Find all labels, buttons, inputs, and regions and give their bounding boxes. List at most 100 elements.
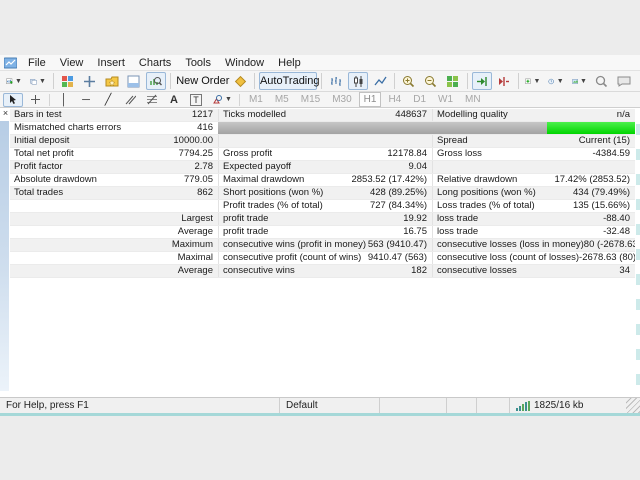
candlestick-chart-button[interactable]	[348, 72, 369, 90]
line-chart-button[interactable]	[370, 72, 390, 90]
timeframe-w1-button[interactable]: W1	[433, 92, 458, 107]
terminal-button[interactable]	[124, 72, 144, 90]
timeframe-m30-button[interactable]: M30	[327, 92, 356, 107]
fibonacci-tool-button[interactable]	[142, 93, 162, 107]
dropdown-caret-icon[interactable]: ▼	[225, 96, 232, 103]
toolbar-separator	[466, 73, 468, 89]
menu-insert[interactable]: Insert	[90, 56, 132, 70]
label-tool-button[interactable]: T	[186, 93, 206, 107]
timeframe-h1-button[interactable]: H1	[358, 92, 382, 107]
toolbar-separator	[49, 93, 50, 106]
cell-label: Absolute drawdown	[14, 174, 97, 185]
tile-windows-button[interactable]	[443, 72, 463, 90]
periods-button[interactable]: ▼	[545, 72, 566, 90]
report-row[interactable]: Total trades 862 Short positions (won %) 42…	[10, 187, 635, 200]
trendline-tool-button[interactable]: ╱	[98, 93, 118, 107]
report-row[interactable]: Bars in test 1217 Ticks modelled 448637 Mode…	[10, 109, 635, 122]
search-button[interactable]	[592, 72, 612, 90]
new-order-button[interactable]: New Order	[174, 72, 229, 90]
search-icon	[596, 75, 608, 87]
chart-shift-button[interactable]	[494, 72, 514, 90]
strategy-tester-button[interactable]	[145, 72, 166, 90]
cursor-tool-button[interactable]	[3, 92, 23, 107]
close-panel-button[interactable]: ×	[1, 109, 10, 119]
cell-label: Expected payoff	[223, 161, 291, 172]
report-cell: Loss trades (% of total) 135 (15.66%)	[432, 200, 635, 212]
report-cell	[218, 135, 432, 147]
report-row[interactable]: Average consecutive wins 182 consecutive lo…	[10, 265, 635, 278]
timeframe-m5-button[interactable]: M5	[270, 92, 294, 107]
timeframe-h4-button[interactable]: H4	[383, 92, 406, 107]
report-row[interactable]: Maximum consecutive wins (profit in money…	[10, 239, 635, 252]
channel-icon	[125, 95, 136, 105]
market-watch-button[interactable]	[58, 72, 78, 90]
report-row[interactable]: Average profit trade 16.75 loss trade -32.48	[10, 226, 635, 239]
report-cell: Total trades 862	[10, 187, 218, 199]
panel-edge-band[interactable]	[0, 121, 9, 391]
timeframe-m15-button[interactable]: M15	[296, 92, 325, 107]
crosshair-icon	[30, 95, 40, 104]
horizontal-line-tool-button[interactable]: ─	[76, 93, 96, 107]
report-row[interactable]: Absolute drawdown 779.05 Maximal drawdown 2…	[10, 174, 635, 187]
cell-label	[10, 200, 14, 212]
dropdown-caret-icon[interactable]: ▼	[534, 78, 541, 85]
chart-shift-icon	[499, 76, 510, 86]
menu-view[interactable]: View	[53, 56, 91, 70]
timeframe-m1-button[interactable]: M1	[244, 92, 268, 107]
report-row[interactable]: Total net profit 7794.25 Gross profit 12178…	[10, 148, 635, 161]
autotrading-button[interactable]: AutoTrading	[259, 72, 320, 90]
cell-label: consecutive losses	[437, 265, 517, 276]
text-tool-button[interactable]: A	[164, 93, 184, 107]
bar-chart-button[interactable]	[326, 72, 346, 90]
menu-tools[interactable]: Tools	[178, 56, 218, 70]
menu-charts[interactable]: Charts	[132, 56, 178, 70]
auto-scroll-button[interactable]	[471, 72, 492, 90]
templates-button[interactable]: ▼	[569, 72, 590, 90]
dropdown-caret-icon[interactable]: ▼	[15, 78, 22, 85]
report-cell: Relative drawdown 17.42% (2853.52)	[432, 174, 635, 186]
dropdown-caret-icon[interactable]: ▼	[557, 78, 564, 85]
menu-window[interactable]: Window	[218, 56, 271, 70]
cell-value: 135 (15.66%)	[572, 200, 630, 211]
status-connection[interactable]: 1825/16 kb	[510, 398, 626, 413]
new-chart-button[interactable]: ▼	[3, 72, 25, 90]
crosshair-tool-button[interactable]	[25, 93, 45, 107]
cell-label: Loss trades (% of total)	[437, 200, 535, 211]
dropdown-caret-icon[interactable]: ▼	[580, 78, 587, 85]
menu-help[interactable]: Help	[271, 56, 308, 70]
open-profile-icon	[30, 78, 37, 84]
timeframe-mn-button[interactable]: MN	[460, 92, 486, 107]
cell-value: -32.48	[603, 226, 630, 237]
report-row[interactable]: Largest profit trade 19.92 loss trade -88.40	[10, 213, 635, 226]
zoom-out-button[interactable]	[421, 72, 441, 90]
report-row[interactable]: Mismatched charts errors 416	[10, 122, 635, 135]
report-row[interactable]: Initial deposit 10000.00 Spread Current (15…	[10, 135, 635, 148]
report-row[interactable]: Maximal consecutive profit (count of wins…	[10, 252, 635, 265]
market-watch-icon	[62, 75, 74, 87]
navigator-button[interactable]	[102, 72, 122, 90]
chat-button[interactable]	[614, 72, 634, 90]
fibonacci-icon	[147, 94, 157, 105]
open-profile-button[interactable]: ▼	[27, 72, 49, 90]
channel-tool-button[interactable]	[120, 93, 140, 107]
shapes-tool-button[interactable]: ▼	[208, 93, 235, 107]
candlestick-chart-icon	[353, 75, 363, 87]
menu-file[interactable]: File	[21, 56, 53, 70]
metaeditor-icon	[235, 75, 247, 87]
toolbar-separator	[394, 73, 395, 89]
vertical-line-tool-button[interactable]: │	[54, 93, 74, 107]
cell-value: 10000.00	[173, 135, 213, 146]
dropdown-caret-icon[interactable]: ▼	[39, 78, 46, 85]
indicators-button[interactable]: ▼	[522, 72, 543, 90]
report-table: Bars in test 1217 Ticks modelled 448637 Mode…	[10, 109, 635, 278]
resize-grip[interactable]	[626, 398, 640, 413]
data-window-button[interactable]	[80, 72, 100, 90]
report-cell: Largest	[10, 213, 218, 225]
zoom-in-button[interactable]	[399, 72, 419, 90]
report-row[interactable]: Profit factor 2.78 Expected payoff 9.04	[10, 161, 635, 174]
status-profile[interactable]: Default	[280, 398, 380, 413]
metaeditor-button[interactable]	[230, 72, 250, 90]
app-icon	[4, 57, 17, 68]
report-row[interactable]: Profit trades (% of total) 727 (84.34%) Lo…	[10, 200, 635, 213]
timeframe-d1-button[interactable]: D1	[408, 92, 431, 107]
